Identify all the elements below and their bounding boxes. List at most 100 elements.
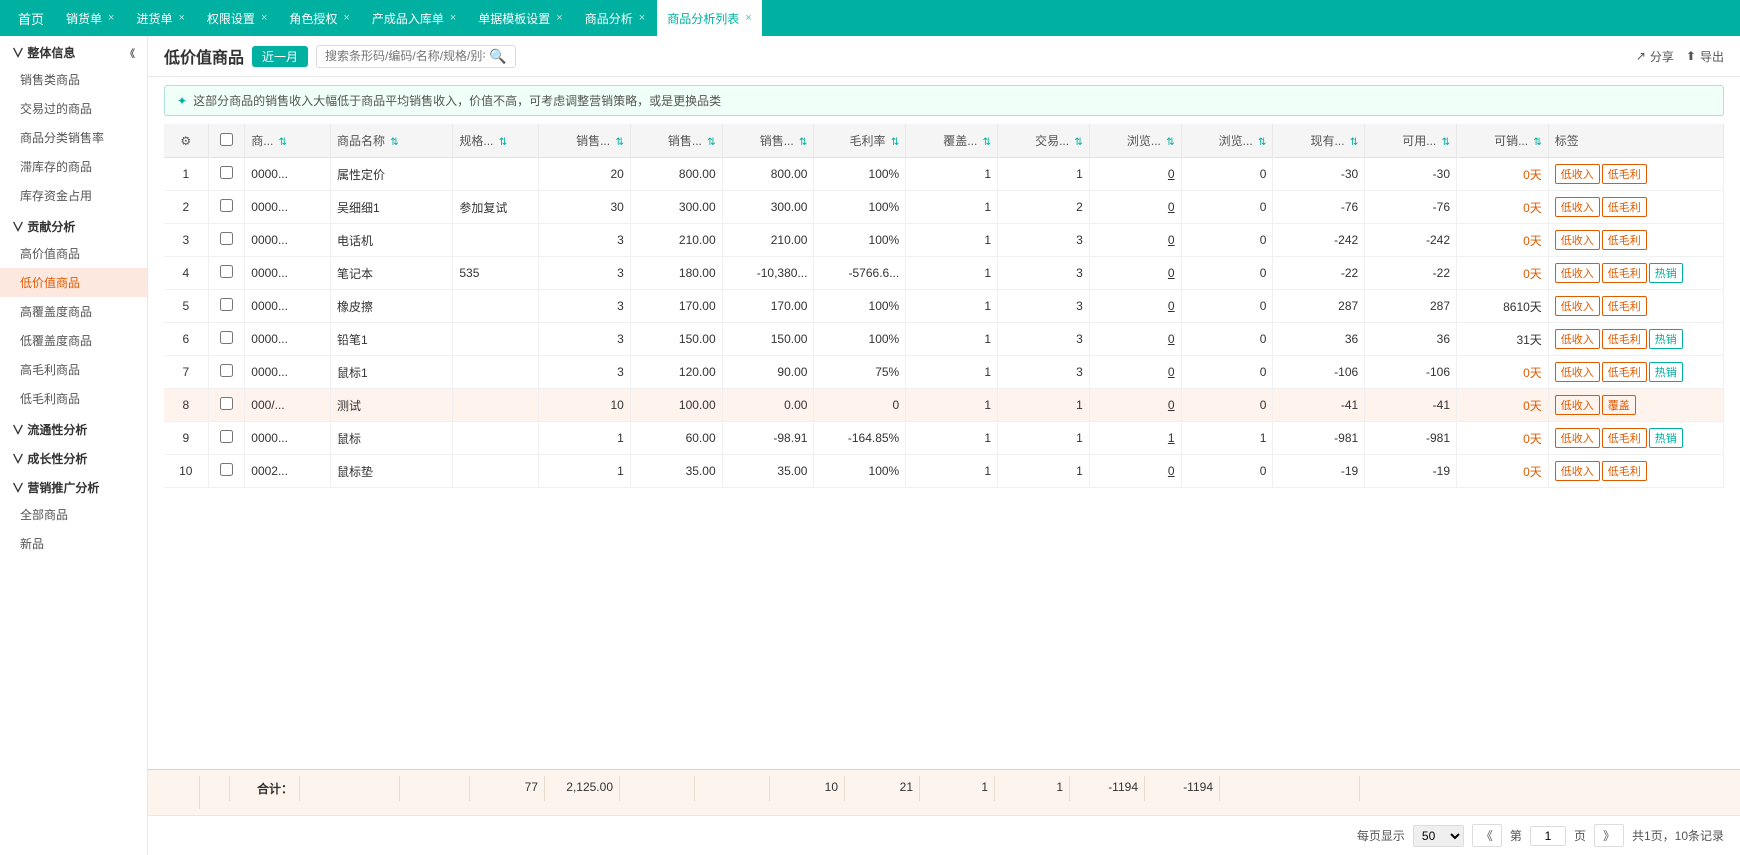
browse-link[interactable]: 0	[1168, 233, 1175, 247]
col-code[interactable]: 商... ⇅	[245, 124, 331, 158]
row-browse1[interactable]: 0	[1089, 290, 1181, 323]
col-browse2[interactable]: 浏览... ⇅	[1181, 124, 1273, 158]
row-check[interactable]	[208, 224, 245, 257]
row-check[interactable]	[208, 389, 245, 422]
close-icon[interactable]: ×	[261, 12, 267, 24]
row-checkbox[interactable]	[220, 331, 233, 344]
col-check[interactable]	[208, 124, 245, 158]
nav-home[interactable]: 首页	[8, 0, 54, 36]
row-check[interactable]	[208, 257, 245, 290]
col-settings[interactable]: ⚙	[164, 124, 208, 158]
row-checkbox[interactable]	[220, 166, 233, 179]
sidebar-item-high-margin[interactable]: 高毛利商品	[0, 355, 147, 384]
close-icon[interactable]: ×	[343, 12, 349, 24]
row-check[interactable]	[208, 323, 245, 356]
sidebar-item-high-value[interactable]: 高价值商品	[0, 239, 147, 268]
browse-link[interactable]: 0	[1168, 398, 1175, 412]
table-row[interactable]: 9 0000... 鼠标 1 60.00 -98.91 -164.85% 1 1…	[164, 422, 1724, 455]
search-icon[interactable]: 🔍	[489, 48, 506, 65]
close-icon[interactable]: ×	[745, 12, 751, 24]
row-check[interactable]	[208, 356, 245, 389]
sidebar-item-sales-products[interactable]: 销售类商品	[0, 65, 147, 94]
row-check[interactable]	[208, 158, 245, 191]
sidebar-group-contribution[interactable]: ∨ 贡献分析	[0, 210, 147, 239]
table-row[interactable]: 8 000/... 测试 10 100.00 0.00 0 1 1 0 0 -4…	[164, 389, 1724, 422]
table-row[interactable]: 4 0000... 笔记本 535 3 180.00 -10,380... -5…	[164, 257, 1724, 290]
browse-link[interactable]: 0	[1168, 200, 1175, 214]
first-page-button[interactable]: 《	[1472, 824, 1502, 847]
close-icon[interactable]: ×	[108, 12, 114, 24]
row-browse1[interactable]: 0	[1089, 158, 1181, 191]
sidebar-item-traded[interactable]: 交易过的商品	[0, 94, 147, 123]
row-browse1[interactable]: 1	[1089, 422, 1181, 455]
table-row[interactable]: 5 0000... 橡皮擦 3 170.00 170.00 100% 1 3 0…	[164, 290, 1724, 323]
col-sale-qty[interactable]: 销售... ⇅	[539, 124, 631, 158]
sidebar-item-new-products[interactable]: 新品	[0, 529, 147, 558]
row-check[interactable]	[208, 191, 245, 224]
nav-sales[interactable]: 销货单×	[56, 0, 124, 36]
filter-button[interactable]: 近一月	[252, 46, 308, 67]
col-available[interactable]: 可用... ⇅	[1365, 124, 1457, 158]
browse-link[interactable]: 0	[1168, 464, 1175, 478]
sidebar-item-low-value[interactable]: 低价值商品	[0, 268, 147, 297]
nav-purchase[interactable]: 进货单×	[126, 0, 194, 36]
table-row[interactable]: 2 0000... 吴细细1 参加复试 30 300.00 300.00 100…	[164, 191, 1724, 224]
search-input[interactable]	[325, 49, 485, 63]
row-checkbox[interactable]	[220, 397, 233, 410]
browse-link[interactable]: 1	[1168, 431, 1175, 445]
browse-link[interactable]: 0	[1168, 266, 1175, 280]
row-checkbox[interactable]	[220, 265, 233, 278]
table-row[interactable]: 6 0000... 铅笔1 3 150.00 150.00 100% 1 3 0…	[164, 323, 1724, 356]
row-browse1[interactable]: 0	[1089, 257, 1181, 290]
nav-product-analysis[interactable]: 商品分析×	[575, 0, 655, 36]
close-icon[interactable]: ×	[178, 12, 184, 24]
col-coverage[interactable]: 覆盖... ⇅	[906, 124, 998, 158]
col-trade[interactable]: 交易... ⇅	[998, 124, 1090, 158]
col-current[interactable]: 现有... ⇅	[1273, 124, 1365, 158]
close-icon[interactable]: ×	[450, 12, 456, 24]
nav-stock-in[interactable]: 产成品入库单×	[362, 0, 466, 36]
table-row[interactable]: 3 0000... 电话机 3 210.00 210.00 100% 1 3 0…	[164, 224, 1724, 257]
row-browse1[interactable]: 0	[1089, 356, 1181, 389]
browse-link[interactable]: 0	[1168, 365, 1175, 379]
col-sale-profit[interactable]: 销售... ⇅	[722, 124, 814, 158]
row-check[interactable]	[208, 290, 245, 323]
table-container[interactable]: ⚙ 商... ⇅ 商品名称 ⇅ 规格... ⇅ 销售... ⇅ 销售... ⇅ …	[148, 124, 1740, 769]
nav-permission[interactable]: 权限设置×	[197, 0, 277, 36]
sidebar-item-category-rate[interactable]: 商品分类销售率	[0, 123, 147, 152]
row-checkbox[interactable]	[220, 232, 233, 245]
sidebar-item-all-products[interactable]: 全部商品	[0, 500, 147, 529]
browse-link[interactable]: 0	[1168, 332, 1175, 346]
collapse-icon[interactable]: 《	[125, 45, 135, 60]
row-checkbox[interactable]	[220, 430, 233, 443]
table-row[interactable]: 10 0002... 鼠标垫 1 35.00 35.00 100% 1 1 0 …	[164, 455, 1724, 488]
sidebar-group-marketing[interactable]: ∨ 营销推广分析	[0, 471, 147, 500]
nav-product-analysis-list[interactable]: 商品分析列表×	[657, 0, 761, 36]
row-check[interactable]	[208, 422, 245, 455]
sidebar-group-overall[interactable]: ∨ 整体信息 《	[0, 36, 147, 65]
sidebar-group-growth[interactable]: ∨ 成长性分析	[0, 442, 147, 471]
sidebar-group-flow[interactable]: ∨ 流通性分析	[0, 413, 147, 442]
sidebar-item-inventory-capital[interactable]: 库存资金占用	[0, 181, 147, 210]
sidebar-item-low-coverage[interactable]: 低覆盖度商品	[0, 326, 147, 355]
row-browse1[interactable]: 0	[1089, 389, 1181, 422]
page-number-input[interactable]	[1530, 826, 1566, 846]
row-checkbox[interactable]	[220, 298, 233, 311]
table-row[interactable]: 7 0000... 鼠标1 3 120.00 90.00 75% 1 3 0 0…	[164, 356, 1724, 389]
row-checkbox[interactable]	[220, 199, 233, 212]
nav-template[interactable]: 单据模板设置×	[468, 0, 572, 36]
col-browse1[interactable]: 浏览... ⇅	[1089, 124, 1181, 158]
row-check[interactable]	[208, 455, 245, 488]
sidebar-item-high-coverage[interactable]: 高覆盖度商品	[0, 297, 147, 326]
row-browse1[interactable]: 0	[1089, 191, 1181, 224]
table-row[interactable]: 1 0000... 属性定价 20 800.00 800.00 100% 1 1…	[164, 158, 1724, 191]
close-icon[interactable]: ×	[639, 12, 645, 24]
share-button[interactable]: ↗ 分享	[1636, 48, 1674, 65]
row-browse1[interactable]: 0	[1089, 323, 1181, 356]
col-sale-amount[interactable]: 销售... ⇅	[630, 124, 722, 158]
row-checkbox[interactable]	[220, 463, 233, 476]
per-page-select[interactable]: 50 100 200	[1413, 825, 1464, 847]
col-name[interactable]: 商品名称 ⇅	[330, 124, 452, 158]
select-all-checkbox[interactable]	[220, 133, 233, 146]
browse-link[interactable]: 0	[1168, 167, 1175, 181]
